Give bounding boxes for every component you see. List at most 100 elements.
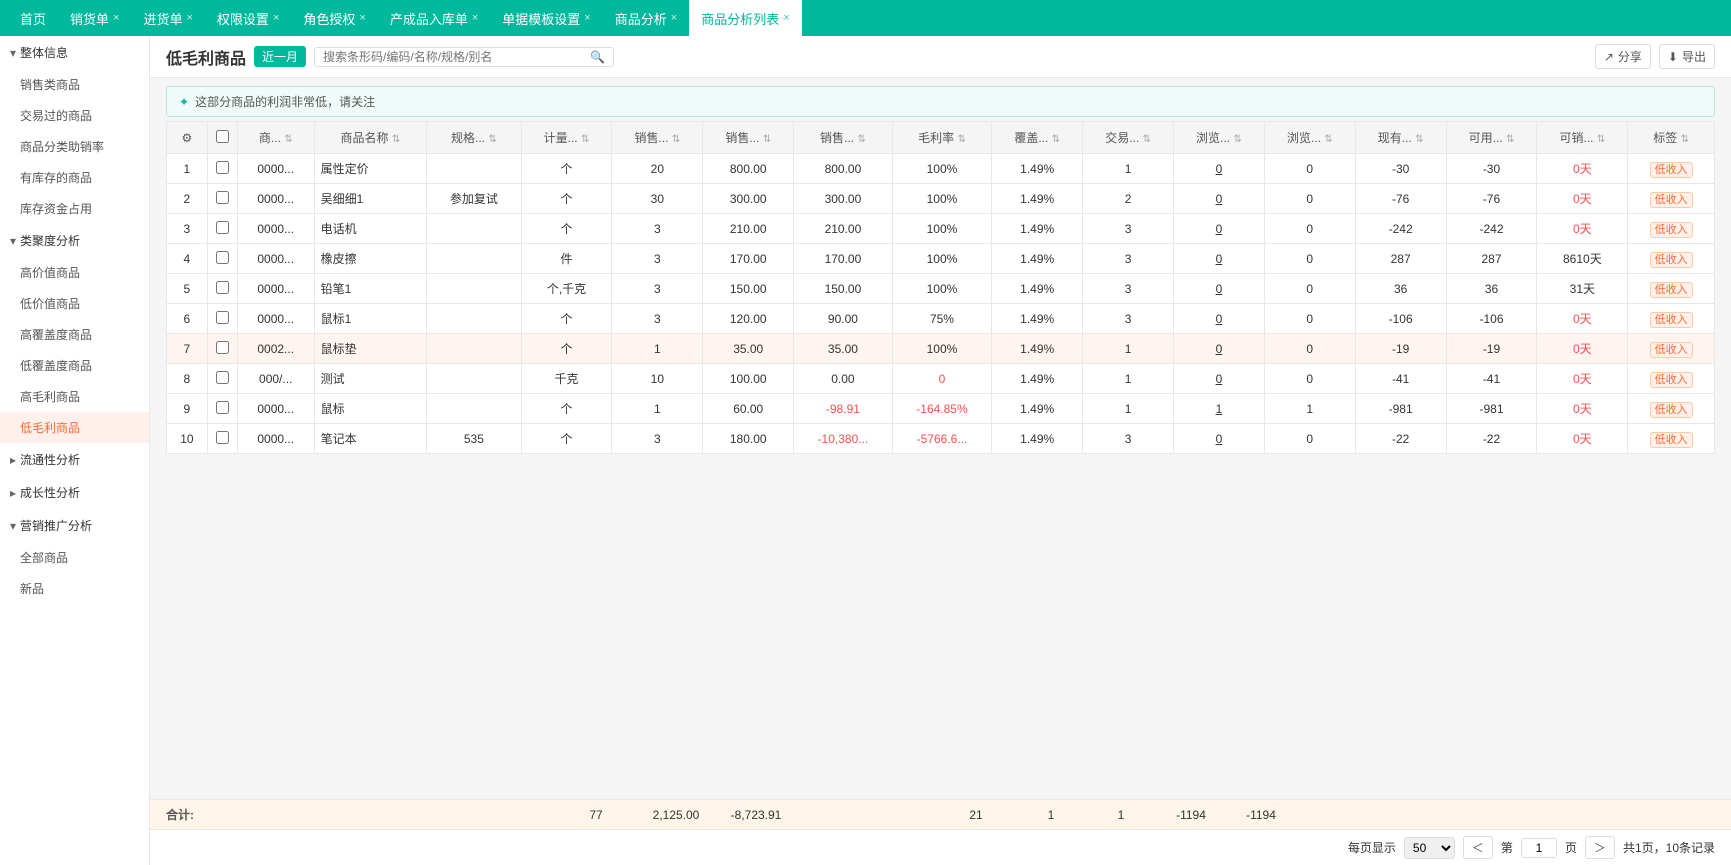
export-button[interactable]: ⬇ 导出 (1659, 44, 1715, 69)
row-sales-profit: -98.91 (794, 394, 893, 424)
col-gross-rate[interactable]: 毛利率 ⇅ (892, 122, 992, 154)
nav-product-analysis-list[interactable]: 商品分析列表 × (689, 0, 801, 36)
close-icon[interactable]: × (113, 12, 119, 24)
sidebar-item-low-value[interactable]: 低价值商品 (0, 288, 149, 319)
nav-product-analysis[interactable]: 商品分析 × (603, 0, 689, 36)
col-spec[interactable]: 规格... ⇅ (427, 122, 521, 154)
date-badge[interactable]: 近一月 (254, 46, 306, 67)
row-no: 9 (167, 394, 208, 424)
close-icon[interactable]: × (783, 12, 789, 24)
close-icon[interactable]: × (273, 12, 279, 24)
row-checkbox[interactable] (216, 371, 229, 384)
row-browse1[interactable]: 0 (1173, 244, 1264, 274)
row-checkbox[interactable] (216, 281, 229, 294)
search-input[interactable] (323, 50, 590, 64)
chevron-right-icon: ▸ (10, 453, 16, 467)
row-sales-qty: 3 (612, 424, 703, 454)
sidebar-item-traded-products[interactable]: 交易过的商品 (0, 100, 149, 131)
col-trade[interactable]: 交易... ⇅ (1083, 122, 1174, 154)
col-sales-price[interactable]: 销售... ⇅ (703, 122, 794, 154)
sidebar-item-in-stock[interactable]: 有库存的商品 (0, 162, 149, 193)
row-unit: 个 (521, 424, 612, 454)
row-code: 0000... (237, 304, 314, 334)
sidebar-item-high-coverage[interactable]: 高覆盖度商品 (0, 319, 149, 350)
row-checkbox[interactable] (216, 251, 229, 264)
row-sales-profit: 150.00 (794, 274, 893, 304)
row-unit: 个 (521, 184, 612, 214)
share-button[interactable]: ↗ 分享 (1595, 44, 1651, 69)
page-input[interactable] (1521, 838, 1557, 858)
row-browse1[interactable]: 0 (1173, 424, 1264, 454)
sidebar-item-high-value[interactable]: 高价值商品 (0, 257, 149, 288)
per-page-select[interactable]: 50 100 200 (1404, 837, 1455, 859)
row-browse1[interactable]: 0 (1173, 154, 1264, 184)
nav-purchase-order[interactable]: 进货单 × (131, 0, 204, 36)
nav-role-auth[interactable]: 角色授权 × (291, 0, 377, 36)
footer-available: -1194 (1226, 808, 1296, 822)
col-settings[interactable]: ⚙ (167, 122, 208, 154)
row-spec (427, 394, 521, 424)
sidebar-group-flow[interactable]: ▸ 流通性分析 (0, 443, 149, 476)
row-sales-qty: 30 (612, 184, 703, 214)
col-stock[interactable]: 现有... ⇅ (1355, 122, 1446, 154)
close-icon[interactable]: × (186, 12, 192, 24)
row-no: 8 (167, 364, 208, 394)
sidebar-group-cluster[interactable]: ▾ 类聚度分析 (0, 224, 149, 257)
row-browse1[interactable]: 0 (1173, 184, 1264, 214)
select-all-checkbox[interactable] (216, 130, 229, 143)
close-icon[interactable]: × (584, 12, 590, 24)
nav-template-settings[interactable]: 单据模板设置 × (490, 0, 602, 36)
col-code[interactable]: 商... ⇅ (237, 122, 314, 154)
close-icon[interactable]: × (359, 12, 365, 24)
row-tag: 低收入 (1628, 214, 1715, 244)
sidebar-item-all-products[interactable]: 全部商品 (0, 542, 149, 573)
col-browse2[interactable]: 浏览... ⇅ (1264, 122, 1355, 154)
row-browse1[interactable]: 0 (1173, 364, 1264, 394)
row-sales-profit: 0.00 (794, 364, 893, 394)
col-available[interactable]: 可用... ⇅ (1446, 122, 1537, 154)
row-checkbox[interactable] (216, 311, 229, 324)
row-browse1[interactable]: 0 (1173, 304, 1264, 334)
prev-page-button[interactable]: ＜ (1463, 836, 1493, 859)
row-sales-price: 210.00 (703, 214, 794, 244)
col-sellable[interactable]: 可销... ⇅ (1537, 122, 1628, 154)
col-unit[interactable]: 计量... ⇅ (521, 122, 612, 154)
close-icon[interactable]: × (472, 12, 478, 24)
sidebar-group-overall[interactable]: ▾ 整体信息 (0, 36, 149, 69)
col-sales-profit[interactable]: 销售... ⇅ (794, 122, 893, 154)
sidebar-item-high-margin[interactable]: 高毛利商品 (0, 381, 149, 412)
row-checkbox[interactable] (216, 401, 229, 414)
col-tag[interactable]: 标签 ⇅ (1628, 122, 1715, 154)
sidebar-group-growth[interactable]: ▸ 成长性分析 (0, 476, 149, 509)
col-name[interactable]: 商品名称 ⇅ (314, 122, 427, 154)
row-checkbox[interactable] (216, 221, 229, 234)
search-icon[interactable]: 🔍 (590, 50, 605, 64)
main-content: 低毛利商品 近一月 🔍 ↗ 分享 ⬇ 导出 ✦ 这部分商品的利润非常低，请关注 (150, 36, 1731, 865)
row-checkbox[interactable] (216, 161, 229, 174)
col-coverage[interactable]: 覆盖... ⇅ (992, 122, 1083, 154)
sidebar-item-category-rate[interactable]: 商品分类助销率 (0, 131, 149, 162)
nav-product-entry[interactable]: 产成品入库单 × (378, 0, 490, 36)
nav-permission[interactable]: 权限设置 × (205, 0, 291, 36)
nav-sales-order[interactable]: 销货单 × (58, 0, 131, 36)
row-browse1[interactable]: 1 (1173, 394, 1264, 424)
nav-home[interactable]: 首页 (8, 0, 58, 36)
sidebar-group-marketing[interactable]: ▾ 营销推广分析 (0, 509, 149, 542)
sidebar-item-low-margin[interactable]: 低毛利商品 (0, 412, 149, 443)
col-browse1[interactable]: 浏览... ⇅ (1173, 122, 1264, 154)
row-checkbox[interactable] (216, 191, 229, 204)
next-page-button[interactable]: ＞ (1585, 836, 1615, 859)
sidebar-item-low-coverage[interactable]: 低覆盖度商品 (0, 350, 149, 381)
sidebar-item-new-products[interactable]: 新品 (0, 573, 149, 604)
row-checkbox[interactable] (216, 431, 229, 444)
col-sales-qty[interactable]: 销售... ⇅ (612, 122, 703, 154)
row-browse1[interactable]: 0 (1173, 334, 1264, 364)
sidebar-item-stock-capital[interactable]: 库存资金占用 (0, 193, 149, 224)
row-sales-qty: 3 (612, 214, 703, 244)
row-browse1[interactable]: 0 (1173, 214, 1264, 244)
row-browse1[interactable]: 0 (1173, 274, 1264, 304)
row-sales-price: 800.00 (703, 154, 794, 184)
row-checkbox[interactable] (216, 341, 229, 354)
sidebar-item-sales-products[interactable]: 销售类商品 (0, 69, 149, 100)
close-icon[interactable]: × (671, 12, 677, 24)
